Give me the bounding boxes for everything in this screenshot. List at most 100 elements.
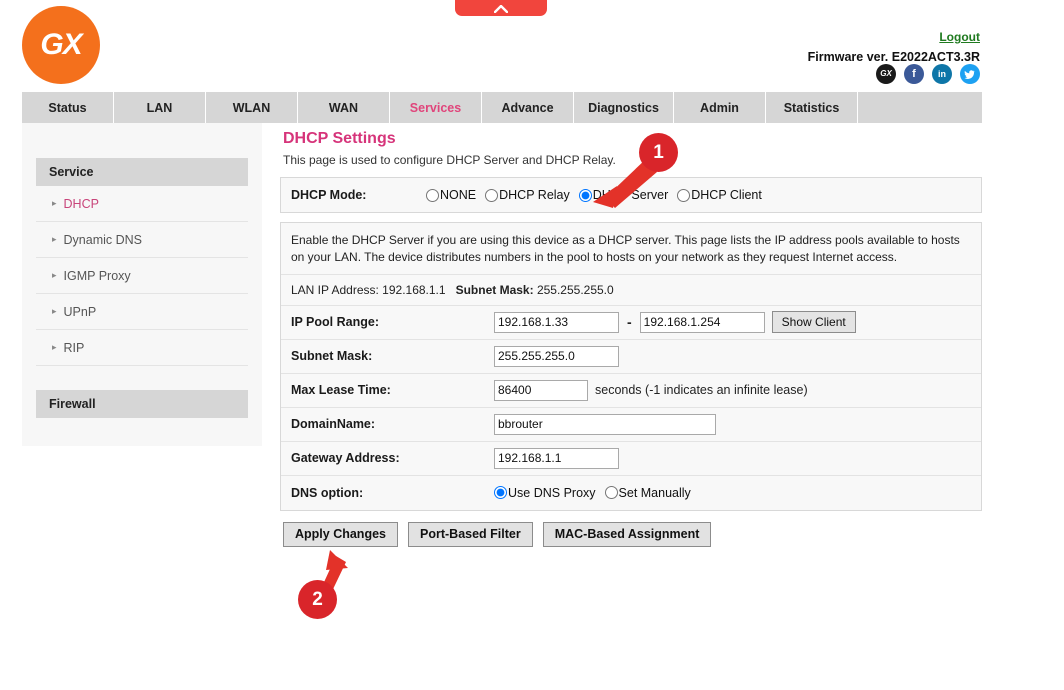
tab-lan[interactable]: LAN — [114, 92, 206, 123]
ip-pool-range-label: IP Pool Range: — [291, 315, 379, 330]
radio-none-label: NONE — [440, 188, 477, 202]
row-max-lease-time: Max Lease Time: seconds (-1 indicates an… — [281, 373, 981, 408]
twitter-icon[interactable] — [960, 64, 980, 84]
row-domain-name: DomainName: — [281, 407, 981, 442]
radio-dhcp-relay[interactable]: DHCP Relay — [485, 188, 570, 202]
subnet-mask-inline-value: 255.255.255.0 — [536, 282, 614, 297]
sidebar-item-label: RIP — [63, 340, 85, 355]
sidebar: Service ▸ DHCP ▸ Dynamic DNS ▸ IGMP Prox… — [22, 123, 262, 446]
brand-logo-text: GX — [40, 28, 82, 61]
firmware-version: Firmware ver. E2022ACT3.3R — [807, 50, 980, 64]
radio-dhcp-relay-input[interactable] — [485, 188, 499, 202]
domain-name-field — [494, 413, 716, 435]
domain-name-input[interactable] — [494, 413, 716, 435]
sidebar-item-dynamic-dns[interactable]: ▸ Dynamic DNS — [36, 222, 248, 258]
radio-use-dns-proxy[interactable]: Use DNS Proxy — [494, 486, 596, 500]
subnet-mask-inline-label: Subnet Mask: — [455, 282, 534, 297]
chevron-right-icon: ▸ — [52, 306, 57, 316]
gateway-address-label: Gateway Address: — [291, 451, 400, 466]
sidebar-item-igmp-proxy[interactable]: ▸ IGMP Proxy — [36, 258, 248, 294]
tab-wlan[interactable]: WLAN — [206, 92, 298, 123]
radio-use-dns-proxy-label: Use DNS Proxy — [508, 485, 596, 500]
sidebar-item-dhcp[interactable]: ▸ DHCP — [36, 186, 248, 222]
navbar-filler — [858, 92, 982, 123]
lan-ip-label: LAN IP Address: — [291, 282, 379, 297]
row-dns-option: DNS option: Use DNS Proxy Set Manually — [281, 475, 981, 510]
radio-none[interactable]: NONE — [426, 188, 476, 202]
chevron-right-icon: ▸ — [52, 342, 57, 352]
tab-diagnostics[interactable]: Diagnostics — [574, 92, 674, 123]
sidebar-item-label: UPnP — [63, 304, 97, 319]
tab-wan[interactable]: WAN — [298, 92, 390, 123]
tab-admin[interactable]: Admin — [674, 92, 766, 123]
apply-changes-button[interactable]: Apply Changes — [283, 521, 398, 547]
annotation-marker-2: 2 — [298, 580, 337, 619]
tab-advance[interactable]: Advance — [482, 92, 574, 123]
ip-pool-start-input[interactable] — [494, 311, 619, 333]
radio-use-dns-proxy-input[interactable] — [494, 486, 507, 500]
chevron-up-icon — [494, 5, 508, 13]
row-ip-pool-range: IP Pool Range: - Show Client — [281, 305, 981, 340]
chevron-right-icon: ▸ — [52, 234, 57, 244]
mac-based-assignment-button[interactable]: MAC-Based Assignment — [542, 521, 712, 547]
lan-ip-value: 192.168.1.1 — [382, 282, 446, 297]
row-subnet-mask: Subnet Mask: — [281, 339, 981, 374]
domain-name-label: DomainName: — [291, 417, 376, 432]
tab-statistics[interactable]: Statistics — [766, 92, 858, 123]
sidebar-section-service: Service — [36, 158, 248, 186]
ip-pool-end-input[interactable] — [639, 311, 765, 333]
radio-set-manually-input[interactable] — [604, 486, 618, 500]
page-title: DHCP Settings — [283, 130, 396, 147]
range-dash: - — [627, 314, 632, 331]
gateway-address-input[interactable] — [494, 447, 619, 469]
linkedin-icon[interactable]: in — [932, 64, 952, 84]
dhcp-info-text: Enable the DHCP Server if you are using … — [281, 223, 981, 275]
radio-dhcp-relay-label: DHCP Relay — [499, 188, 570, 202]
facebook-icon[interactable]: f — [904, 64, 924, 84]
radio-dhcp-client[interactable]: DHCP Client — [677, 188, 762, 202]
sidebar-item-rip[interactable]: ▸ RIP — [36, 330, 248, 366]
notification-pill[interactable] — [455, 0, 547, 16]
max-lease-time-field: seconds (-1 indicates an infinite lease) — [494, 379, 808, 401]
radio-dhcp-client-input[interactable] — [677, 188, 691, 202]
brand-logo[interactable]: GX — [22, 6, 100, 84]
subnet-mask-label: Subnet Mask: — [291, 349, 373, 364]
radio-none-input[interactable] — [426, 188, 439, 202]
social-links: GX f in — [876, 64, 980, 84]
gx-icon[interactable]: GX — [876, 64, 896, 84]
dhcp-mode-label: DHCP Mode: — [291, 188, 367, 202]
sidebar-item-label: DHCP — [63, 196, 99, 211]
max-lease-time-label: Max Lease Time: — [291, 383, 391, 398]
header-right: Logout Firmware ver. E2022ACT3.3R — [808, 28, 980, 64]
sidebar-item-label: IGMP Proxy — [63, 268, 131, 283]
tab-services[interactable]: Services — [390, 92, 482, 123]
annotation-marker-1: 1 — [639, 133, 678, 172]
twitter-bird-icon — [964, 70, 975, 79]
show-client-button[interactable]: Show Client — [771, 311, 856, 334]
gateway-address-field — [494, 447, 619, 469]
sidebar-section-firewall[interactable]: Firewall — [36, 390, 248, 418]
sidebar-item-upnp[interactable]: ▸ UPnP — [36, 294, 248, 330]
chevron-right-icon: ▸ — [52, 198, 57, 208]
router-admin-page: GX Logout Firmware ver. E2022ACT3.3R GX … — [0, 0, 1064, 690]
radio-set-manually-label: Set Manually — [618, 485, 691, 500]
main-navigation: Status LAN WLAN WAN Services Advance Dia… — [22, 92, 982, 123]
dhcp-settings-panel: Enable the DHCP Server if you are using … — [280, 222, 982, 511]
row-gateway-address: Gateway Address: — [281, 441, 981, 476]
subnet-mask-field — [494, 345, 619, 367]
dns-option-field: Use DNS Proxy Set Manually — [494, 486, 698, 500]
action-button-row: Apply Changes Port-Based Filter MAC-Base… — [283, 521, 982, 547]
ip-pool-range-field: - Show Client — [494, 311, 856, 334]
lan-ip-line: LAN IP Address: 192.168.1.1 Subnet Mask:… — [281, 275, 981, 306]
tab-status[interactable]: Status — [22, 92, 114, 123]
port-based-filter-button[interactable]: Port-Based Filter — [408, 521, 533, 547]
radio-dhcp-client-label: DHCP Client — [691, 188, 762, 202]
radio-set-manually[interactable]: Set Manually — [604, 485, 691, 500]
logout-link[interactable]: Logout — [939, 30, 980, 44]
max-lease-time-input[interactable] — [494, 379, 588, 401]
dns-option-label: DNS option: — [291, 485, 364, 500]
sidebar-item-label: Dynamic DNS — [63, 232, 143, 247]
subnet-mask-input[interactable] — [494, 345, 619, 367]
chevron-right-icon: ▸ — [52, 270, 57, 280]
max-lease-time-hint: seconds (-1 indicates an infinite lease) — [595, 383, 808, 398]
